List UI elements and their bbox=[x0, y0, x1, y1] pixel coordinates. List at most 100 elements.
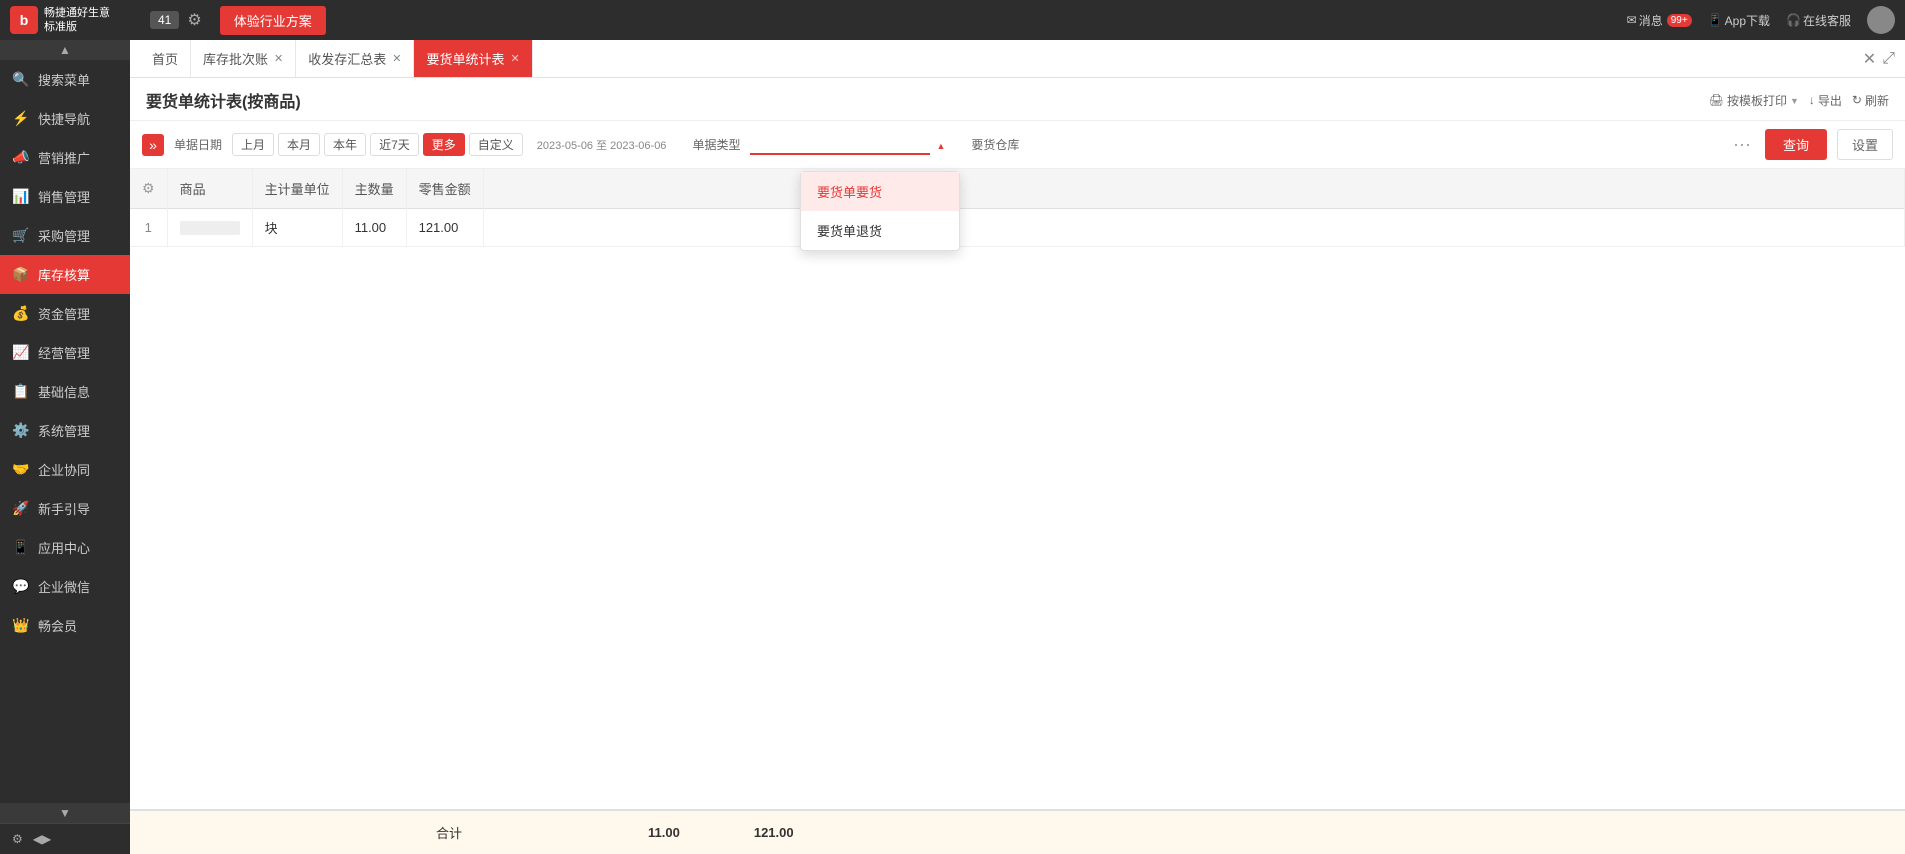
sidebar-item-inventory[interactable]: 📦 库存核算 bbox=[0, 255, 130, 294]
date-range-display: 2023-05-06 至 2023-06-06 bbox=[537, 137, 667, 153]
message-area[interactable]: ✉ 消息 99+ bbox=[1627, 12, 1692, 29]
type-label: 单据类型 bbox=[692, 136, 740, 153]
app-download[interactable]: 📱 App下载 bbox=[1708, 12, 1770, 29]
footer-total-amount: 121.00 bbox=[754, 825, 794, 840]
sidebar-scroll-down[interactable]: ▼ bbox=[0, 803, 130, 823]
table-footer: 合计 11.00 121.00 bbox=[130, 809, 1905, 854]
gear-icon[interactable]: ⚙ bbox=[142, 180, 155, 196]
sidebar-item-operation[interactable]: 📈 经营管理 bbox=[0, 333, 130, 372]
topbar: b 畅捷通好生意 标准版 41 ⚙ 体验行业方案 ✉ 消息 99+ 📱 App下… bbox=[0, 0, 1905, 40]
page-actions: 🖨 按模板打印 ↓ 导出 ↻ 刷新 bbox=[1709, 92, 1889, 109]
set-button[interactable]: 设置 bbox=[1837, 129, 1893, 160]
cell-unit: 块 bbox=[252, 209, 342, 247]
tab-receive-summary[interactable]: 收发存汇总表 ✕ bbox=[296, 40, 414, 77]
avatar[interactable] bbox=[1867, 6, 1895, 34]
message-badge: 99+ bbox=[1667, 14, 1692, 27]
product-placeholder bbox=[180, 221, 240, 235]
print-chevron-down-icon bbox=[1790, 93, 1799, 107]
tab-close-all[interactable]: ✕ bbox=[1863, 49, 1876, 69]
settings-icon[interactable]: ⚙ bbox=[187, 10, 201, 30]
tab-close-inventory-batch[interactable]: ✕ bbox=[274, 52, 283, 65]
sidebar-scroll-up[interactable]: ▲ bbox=[0, 40, 130, 60]
date-btn-7days[interactable]: 近7天 bbox=[370, 133, 419, 156]
filter-toggle-button[interactable]: » bbox=[142, 134, 164, 156]
date-label: 单据日期 bbox=[174, 136, 222, 153]
sidebar-item-basic[interactable]: 📋 基础信息 bbox=[0, 372, 130, 411]
print-button[interactable]: 🖨 按模板打印 bbox=[1709, 92, 1799, 109]
sidebar-item-appcenter[interactable]: 📱 应用中心 bbox=[0, 528, 130, 567]
sidebar-items: 🔍 搜索菜单 ⚡ 快捷导航 📣 营销推广 📊 销售管理 🛒 采购管理 📦 bbox=[0, 60, 130, 803]
tab-bar: 首页 库存批次账 ✕ 收发存汇总表 ✕ 要货单统计表 ✕ ✕ ⤢ bbox=[130, 40, 1905, 78]
tab-home[interactable]: 首页 bbox=[140, 40, 191, 77]
sidebar-item-guide[interactable]: 🚀 新手引导 bbox=[0, 489, 130, 528]
collapse-icon[interactable]: ◀▶ bbox=[33, 832, 51, 846]
type-input[interactable] bbox=[750, 135, 930, 155]
date-btn-this-year[interactable]: 本年 bbox=[324, 133, 366, 156]
dropdown-item-order-goods[interactable]: 要货单要货 bbox=[801, 172, 959, 211]
tab-close-receive-summary[interactable]: ✕ bbox=[392, 52, 401, 65]
sidebar-item-quicknav[interactable]: ⚡ 快捷导航 bbox=[0, 99, 130, 138]
trial-button[interactable]: 体验行业方案 bbox=[220, 6, 326, 35]
page-title: 要货单统计表(按商品) bbox=[146, 88, 301, 112]
guide-icon: 🚀 bbox=[12, 500, 30, 518]
member-icon: 👑 bbox=[12, 617, 30, 635]
export-button[interactable]: ↓ 导出 bbox=[1809, 92, 1842, 109]
footer-total-label: 合计 bbox=[436, 823, 462, 842]
sidebar-item-marketing[interactable]: 📣 营销推广 bbox=[0, 138, 130, 177]
cell-extra bbox=[483, 209, 1904, 247]
tab-close-order-stats[interactable]: ✕ bbox=[511, 52, 520, 65]
filter-bar: » 单据日期 上月 本月 本年 近7天 更多 自定义 2023-05-06 至 … bbox=[130, 121, 1905, 169]
table-row: 1 块 11.00 121.00 bbox=[130, 209, 1905, 247]
topbar-right: ✉ 消息 99+ 📱 App下载 🎧 在线客服 bbox=[1627, 6, 1895, 34]
tab-order-stats[interactable]: 要货单统计表 ✕ bbox=[414, 40, 532, 77]
sidebar-item-sales[interactable]: 📊 销售管理 bbox=[0, 177, 130, 216]
finance-icon: 💰 bbox=[12, 305, 30, 323]
date-btn-more[interactable]: 更多 bbox=[423, 133, 465, 156]
th-extra bbox=[483, 169, 1904, 209]
marketing-icon: 📣 bbox=[12, 149, 30, 167]
phone-icon: 📱 bbox=[1708, 13, 1723, 27]
operation-icon: 📈 bbox=[12, 344, 30, 362]
type-chevron-up-icon[interactable] bbox=[936, 137, 945, 152]
cell-product bbox=[167, 209, 252, 247]
enterprise-icon: 🤝 bbox=[12, 461, 30, 479]
data-table: ⚙ 商品 主计量单位 主数量 零售金额 1 块 bbox=[130, 169, 1905, 247]
table-wrap: ⚙ 商品 主计量单位 主数量 零售金额 1 块 bbox=[130, 169, 1905, 809]
cell-qty: 11.00 bbox=[342, 209, 406, 247]
sidebar-item-finance[interactable]: 💰 资金管理 bbox=[0, 294, 130, 333]
sidebar-item-enterprise[interactable]: 🤝 企业协同 bbox=[0, 450, 130, 489]
th-unit: 主计量单位 bbox=[252, 169, 342, 209]
th-gear[interactable]: ⚙ bbox=[130, 169, 167, 209]
filter-more-icon[interactable]: ··· bbox=[1733, 134, 1751, 155]
date-btn-this-month[interactable]: 本月 bbox=[278, 133, 320, 156]
export-icon: ↓ bbox=[1809, 93, 1815, 107]
message-icon: ✉ bbox=[1627, 13, 1637, 27]
sidebar-item-system[interactable]: ⚙️ 系统管理 bbox=[0, 411, 130, 450]
tab-expand[interactable]: ⤢ bbox=[1882, 50, 1895, 68]
footer-total-qty: 11.00 bbox=[648, 825, 680, 840]
page-header: 要货单统计表(按商品) 🖨 按模板打印 ↓ 导出 ↻ 刷新 bbox=[130, 78, 1905, 121]
dropdown-item-order-return[interactable]: 要货单退货 bbox=[801, 211, 959, 250]
date-btn-last-month[interactable]: 上月 bbox=[232, 133, 274, 156]
cell-amount: 121.00 bbox=[406, 209, 483, 247]
warehouse-label: 要货仓库 bbox=[971, 136, 1019, 153]
settings-bottom-icon[interactable]: ⚙ bbox=[12, 832, 23, 846]
online-service[interactable]: 🎧 在线客服 bbox=[1786, 12, 1851, 29]
th-qty: 主数量 bbox=[342, 169, 406, 209]
basic-icon: 📋 bbox=[12, 383, 30, 401]
date-btn-custom[interactable]: 自定义 bbox=[469, 133, 523, 156]
topbar-search-area: 41 ⚙ 体验行业方案 bbox=[140, 6, 1627, 35]
sidebar-item-wechat[interactable]: 💬 企业微信 bbox=[0, 567, 130, 606]
sidebar-item-member[interactable]: 👑 畅会员 bbox=[0, 606, 130, 645]
sidebar-item-search[interactable]: 🔍 搜索菜单 bbox=[0, 60, 130, 99]
tab-inventory-batch[interactable]: 库存批次账 ✕ bbox=[191, 40, 296, 77]
headset-icon: 🎧 bbox=[1786, 13, 1801, 27]
sidebar-item-purchase[interactable]: 🛒 采购管理 bbox=[0, 216, 130, 255]
wechat-icon: 💬 bbox=[12, 578, 30, 596]
th-product: 商品 bbox=[167, 169, 252, 209]
query-button[interactable]: 查询 bbox=[1765, 129, 1827, 160]
print-icon: 🖨 bbox=[1709, 93, 1724, 107]
sales-icon: 📊 bbox=[12, 188, 30, 206]
refresh-button[interactable]: ↻ 刷新 bbox=[1852, 92, 1889, 109]
topbar-number: 41 bbox=[150, 11, 179, 29]
